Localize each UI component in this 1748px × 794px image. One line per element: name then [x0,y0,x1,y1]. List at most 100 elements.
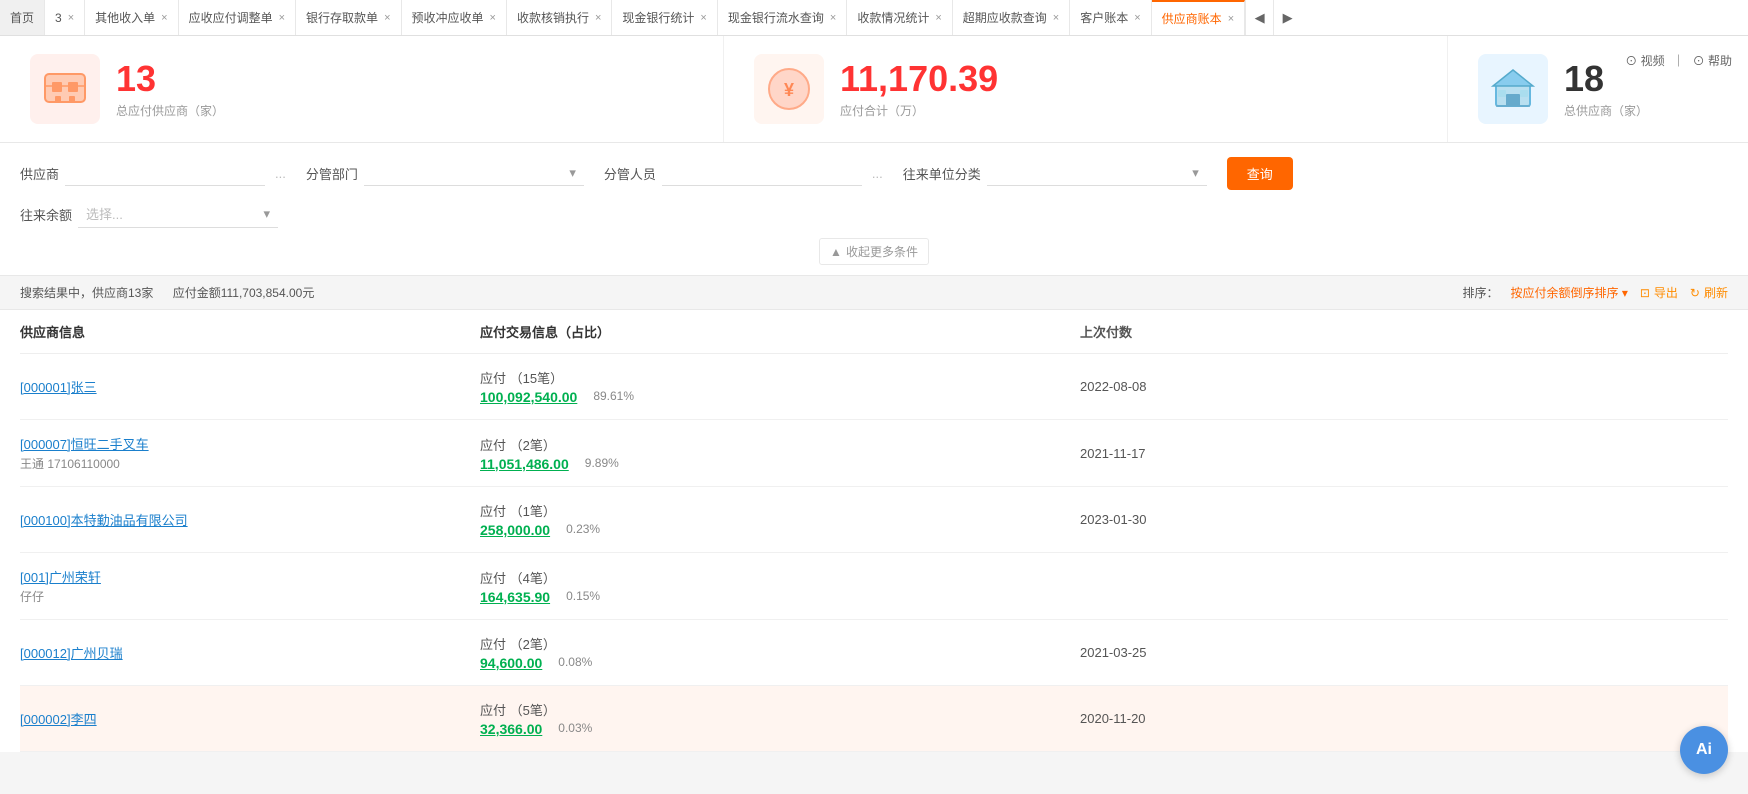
nav-tab-receipt-verify-label: 收款核销执行 [517,9,589,26]
person-dots-icon[interactable]: ... [872,166,883,181]
nav-tab-overdue-ap-close[interactable]: × [1053,12,1059,24]
search-button[interactable]: 查询 [1227,157,1293,190]
summary-card-suppliers: 13 总应付供应商（家） [0,36,724,142]
nav-tab-bank-deposit-close[interactable]: × [384,12,390,24]
collapse-label: 收起更多条件 [846,243,918,260]
help-link[interactable]: ⊙ 帮助 [1693,52,1732,69]
category-filter-label: 往来单位分类 [903,164,981,183]
nav-tab-other-income-close[interactable]: × [161,12,167,24]
trans-amount-6[interactable]: 32,366.00 [480,721,542,737]
nav-tab-customer-account-close[interactable]: × [1134,12,1140,24]
dept-filter-select[interactable]: ▾ [364,161,584,186]
nav-tab-receipt-stat[interactable]: 收款情况统计 × [847,0,952,36]
supplier-link-6[interactable]: [000002]李四 [20,709,480,728]
collapse-button[interactable]: ▲ 收起更多条件 [819,238,929,265]
sort-arrow-icon: ▾ [1622,286,1628,300]
header-supplier-info: 供应商信息 [20,322,480,341]
trans-row-3: 258,000.00 0.23% [480,520,1080,538]
supplier-sub-2: 王通 17106110000 [20,455,480,472]
supplier-dots-icon[interactable]: ... [275,166,286,181]
transaction-info-col-4: 应付 （4笔） 164,635.90 0.15% [480,567,1080,605]
supplier-link-3[interactable]: [000100]本特勤油品有限公司 [20,510,480,529]
nav-next-arrow[interactable]: ▶ [1273,0,1301,36]
svg-text:¥: ¥ [784,80,794,100]
collapse-btn-row: ▲ 收起更多条件 [20,238,1728,265]
nav-tab-supplier-account[interactable]: 供应商账本 × [1152,0,1245,36]
trans-row-4: 164,635.90 0.15% [480,587,1080,605]
nav-tab-customer-account-label: 客户账本 [1080,9,1128,26]
nav-tab-receipt-verify-close[interactable]: × [595,12,601,24]
trans-row-6: 32,366.00 0.03% [480,719,1080,737]
nav-tab-home[interactable]: 首页 [0,0,45,36]
refresh-button[interactable]: ↻ 刷新 [1690,284,1728,301]
sort-value[interactable]: 按应付余额倒序排序 ▾ [1510,284,1627,301]
summary-text-suppliers: 13 总应付供应商（家） [116,59,224,120]
trans-amount-1[interactable]: 100,092,540.00 [480,389,577,405]
category-select-arrow-icon: ▾ [1192,165,1199,181]
trans-label-2: 应付 （2笔） [480,435,1080,454]
nav-tab-3-close[interactable]: × [68,12,74,24]
nav-tab-receipt-verify[interactable]: 收款核销执行 × [507,0,612,36]
nav-tab-3[interactable]: 3 × [45,0,85,36]
nav-tab-receipt-stat-close[interactable]: × [935,12,941,24]
summary-card-amount: ¥ 11,170.39 应付合计（万） [724,36,1448,142]
supplier-filter-label: 供应商 [20,164,59,183]
header-transaction-info: 应付交易信息（占比） [480,322,1080,341]
nav-tab-customer-account[interactable]: 客户账本 × [1070,0,1151,36]
trans-percent-6: 0.03% [558,721,592,735]
nav-tab-supplier-account-close[interactable]: × [1228,13,1234,25]
supplier-info-col-4: [001]广州荣轩 仔仔 [20,567,480,605]
amount-icon: ¥ [754,54,824,124]
nav-tab-other-income[interactable]: 其他收入单 × [85,0,178,36]
transaction-info-col-1: 应付 （15笔） 100,092,540.00 89.61% [480,368,1080,405]
supplier-link-4[interactable]: [001]广州荣轩 [20,567,480,586]
total-ap-amount-label: 应付合计（万） [840,102,998,119]
trans-row-2: 11,051,486.00 9.89% [480,454,1080,472]
person-filter-label: 分管人员 [604,164,656,183]
category-filter-select[interactable]: ▾ [987,161,1207,186]
nav-tab-supplier-account-label: 供应商账本 [1162,10,1222,27]
nav-tab-cash-bank-stat[interactable]: 现金银行统计 × [612,0,717,36]
trans-label-1: 应付 （15笔） [480,368,1080,387]
trans-label-4: 应付 （4笔） [480,568,1080,587]
export-label: 导出 [1654,284,1678,301]
filter-item-dept: 分管部门 ▾ [306,161,584,186]
balance-filter-select[interactable]: 选择... ▾ [78,200,278,228]
nav-tab-cash-bank-flow-close[interactable]: × [830,12,836,24]
nav-tab-cash-bank-stat-close[interactable]: × [700,12,706,24]
ai-badge[interactable]: Ai [1680,726,1728,774]
video-link[interactable]: ⊙ 视频 [1625,52,1664,69]
nav-tab-bank-deposit[interactable]: 银行存取款单 × [296,0,401,36]
supplier-link-2[interactable]: [000007]恒旺二手叉车 [20,434,480,453]
export-button[interactable]: ⊡ 导出 [1640,284,1678,301]
supplier-link-1[interactable]: [000001]张三 [20,377,480,396]
person-filter-input[interactable] [662,162,862,186]
trans-amount-4[interactable]: 164,635.90 [480,589,550,605]
supplier-info-col-2: [000007]恒旺二手叉车 王通 17106110000 [20,434,480,472]
trans-amount-3[interactable]: 258,000.00 [480,522,550,538]
dept-filter-label: 分管部门 [306,164,358,183]
trans-amount-5[interactable]: 94,600.00 [480,655,542,671]
nav-tab-advance-offset-close[interactable]: × [490,12,496,24]
filter-item-category: 往来单位分类 ▾ [903,161,1207,186]
nav-tab-advance-offset[interactable]: 预收冲应收单 × [402,0,507,36]
supplier-filter-input[interactable] [65,162,265,186]
transaction-info-col-2: 应付 （2笔） 11,051,486.00 9.89% [480,434,1080,472]
nav-prev-arrow[interactable]: ◀ [1245,0,1273,36]
supplier-icon [30,54,100,124]
nav-tab-ap-adjust[interactable]: 应收应付调整单 × [179,0,296,36]
last-payment-col-5: 2021-03-25 [1080,634,1728,671]
transaction-info-col-5: 应付 （2笔） 94,600.00 0.08% [480,634,1080,671]
table-body: [000001]张三 应付 （15笔） 100,092,540.00 89.61… [20,354,1728,752]
nav-tab-overdue-ap[interactable]: 超期应收款查询 × [953,0,1070,36]
trans-amount-2[interactable]: 11,051,486.00 [480,456,569,472]
supplier-link-5[interactable]: [000012]广州贝瑞 [20,643,480,662]
balance-select-arrow-icon: ▾ [263,206,270,222]
table-row: [000001]张三 应付 （15笔） 100,092,540.00 89.61… [20,354,1728,420]
last-payment-col-4 [1080,567,1728,605]
nav-tab-ap-adjust-close[interactable]: × [279,12,285,24]
nav-tab-cash-bank-flow[interactable]: 现金银行流水查询 × [718,0,847,36]
table-area: 供应商信息 应付交易信息（占比） 上次付数 [000001]张三 应付 （15笔… [0,310,1748,752]
total-suppliers-label: 总供应商（家） [1564,102,1648,119]
filter-item-supplier: 供应商 ... [20,162,286,186]
